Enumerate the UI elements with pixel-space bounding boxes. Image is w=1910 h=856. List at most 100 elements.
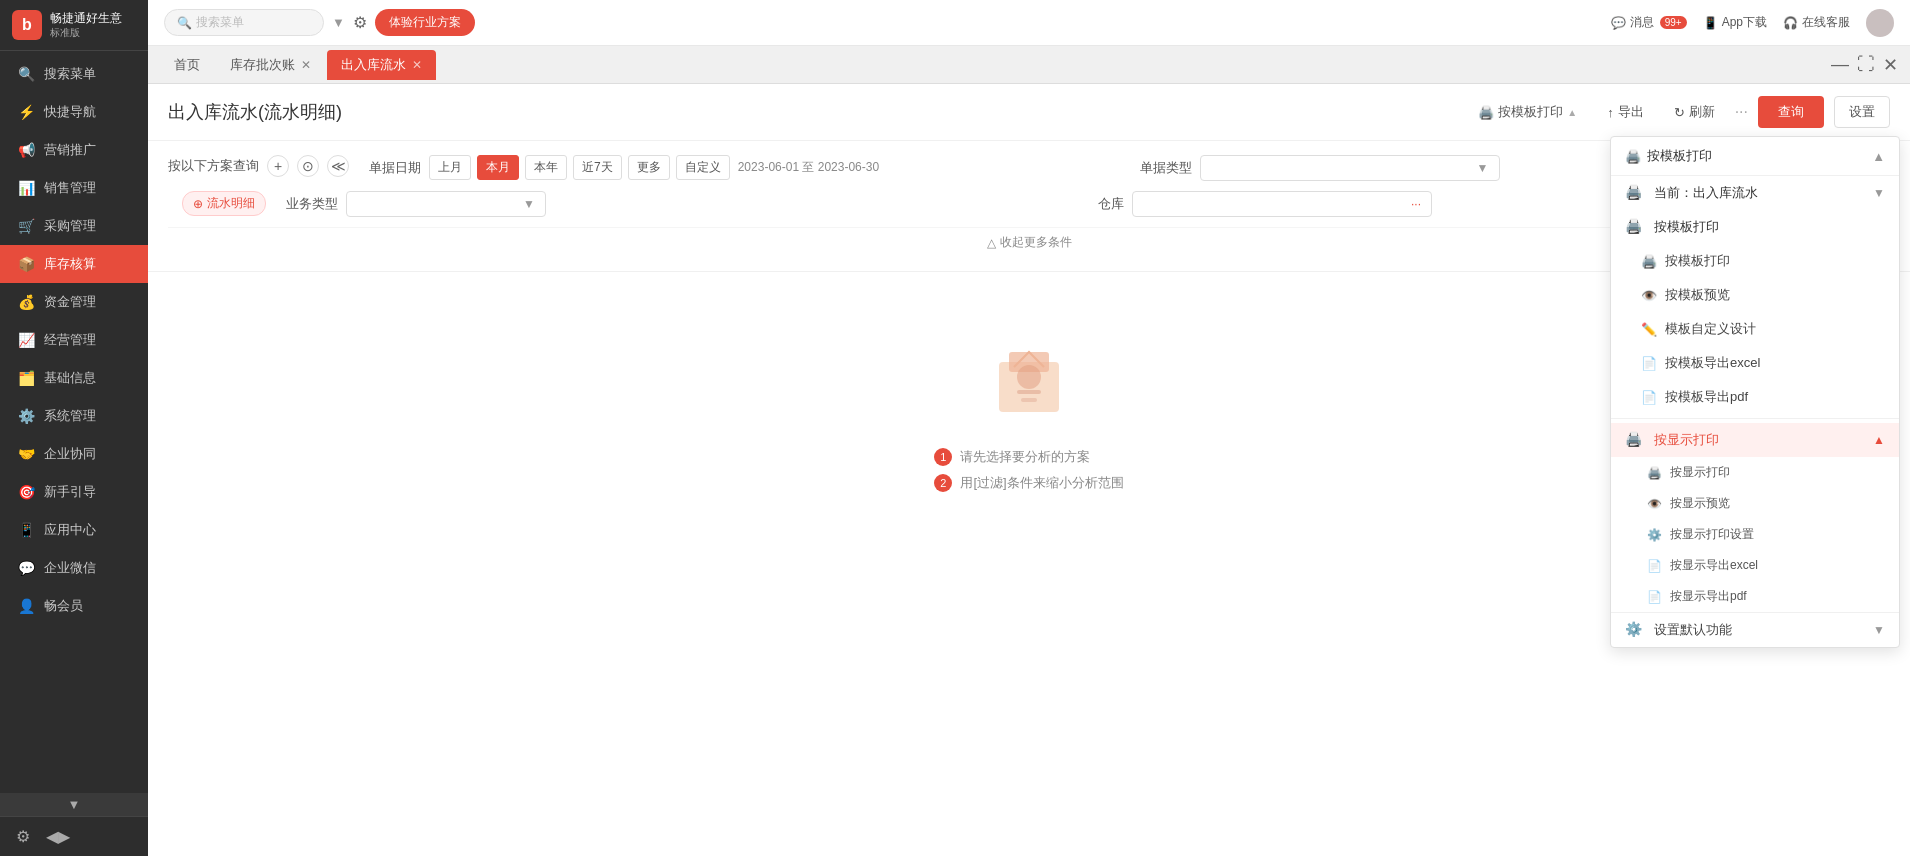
more-actions-icon[interactable]: ··· (1735, 103, 1748, 121)
tab-bar: 首页 库存批次账 ✕ 出入库流水 ✕ — ⛶ ✕ (148, 46, 1910, 84)
date-this-month[interactable]: 本月 (477, 155, 519, 180)
tab-close-all-icon[interactable]: ✕ (1883, 54, 1898, 76)
svg-point-2 (1017, 365, 1041, 389)
warehouse-dropdown-icon: ··· (1411, 197, 1421, 211)
dropdown-footer[interactable]: ⚙️ 设置默认功能 ▼ (1611, 612, 1899, 647)
app-download-button[interactable]: 📱 App下载 (1703, 14, 1767, 31)
dropdown-display-print-settings[interactable]: ⚙️ 按显示打印设置 (1611, 519, 1899, 550)
empty-steps-list: 1 请先选择要分析的方案 2 用[过滤]条件来缩小分析范围 (934, 448, 1123, 500)
app-center-icon: 📱 (16, 522, 36, 538)
date-this-year[interactable]: 本年 (525, 155, 567, 180)
member-icon: 👤 (16, 598, 36, 614)
date-more[interactable]: 更多 (628, 155, 670, 180)
sidebar-collapse-icon[interactable]: ◀▶ (46, 827, 70, 846)
template-print-item-icon: 🖨️ (1641, 254, 1657, 269)
sales-icon: 📊 (16, 180, 36, 196)
sidebar-item-enterprise[interactable]: 🤝 企业协同 (0, 435, 148, 473)
business-type-select[interactable]: ▼ (346, 191, 546, 217)
dropdown-current-item[interactable]: 🖨️ 当前：出入库流水 ▼ (1611, 176, 1899, 210)
online-service-button[interactable]: 🎧 在线客服 (1783, 14, 1850, 31)
top-header: 🔍 搜索菜单 ▼ ⚙ 体验行业方案 💬 消息 99+ 📱 App下载 🎧 在线客… (148, 0, 1910, 46)
dropdown-header: 🖨️ 按模板打印 ▲ (1611, 137, 1899, 176)
inventory-icon: 📦 (16, 256, 36, 272)
tab-flow-close[interactable]: ✕ (412, 58, 422, 72)
filter-add-button[interactable]: + (267, 155, 289, 177)
sidebar-nav: 🔍 搜索菜单 ⚡ 快捷导航 📢 营销推广 📊 销售管理 🛒 采购管理 📦 库存核… (0, 51, 148, 793)
export-button[interactable]: ↑ 导出 (1597, 98, 1654, 126)
tab-home[interactable]: 首页 (160, 50, 214, 80)
display-export-pdf-icon: 📄 (1647, 590, 1662, 604)
dropdown-up-arrow-icon[interactable]: ▲ (1872, 149, 1885, 164)
sidebar-item-base[interactable]: 🗂️ 基础信息 (0, 359, 148, 397)
tab-batch-close[interactable]: ✕ (301, 58, 311, 72)
settings-button[interactable]: 设置 (1834, 96, 1890, 128)
dropdown-display-export-pdf[interactable]: 📄 按显示导出pdf (1611, 581, 1899, 612)
sidebar-item-inventory[interactable]: 📦 库存核算 (0, 245, 148, 283)
dropdown-scroll-area: 🖨️ 按模板打印 🖨️ 按模板打印 👁️ 按模板预览 ✏️ 模板自定义设计 (1611, 210, 1899, 612)
date-last-month[interactable]: 上月 (429, 155, 471, 180)
sidebar-item-guide[interactable]: 🎯 新手引导 (0, 473, 148, 511)
sidebar-item-search[interactable]: 🔍 搜索菜单 (0, 55, 148, 93)
base-icon: 🗂️ (16, 370, 36, 386)
sidebar-item-system[interactable]: ⚙️ 系统管理 (0, 397, 148, 435)
header-gear-icon[interactable]: ⚙ (353, 13, 367, 32)
wechat-icon: 💬 (16, 560, 36, 576)
template-export-pdf-icon: 📄 (1641, 390, 1657, 405)
current-chevron-icon: ▼ (1873, 186, 1885, 200)
filter-settings-button[interactable]: ⊙ (297, 155, 319, 177)
sidebar-item-shortcut[interactable]: ⚡ 快捷导航 (0, 93, 148, 131)
purchase-icon: 🛒 (16, 218, 36, 234)
print-template-button[interactable]: 🖨️ 按模板打印 ▲ (1468, 98, 1587, 126)
sidebar-item-member[interactable]: 👤 畅会员 (0, 587, 148, 625)
template-print-section-header[interactable]: 🖨️ 按模板打印 (1611, 210, 1899, 244)
sidebar-item-wechat[interactable]: 💬 企业微信 (0, 549, 148, 587)
filter-collapse-button[interactable]: ≪ (327, 155, 349, 177)
user-avatar[interactable] (1866, 9, 1894, 37)
template-preview-icon: 👁️ (1641, 288, 1657, 303)
template-custom-icon: ✏️ (1641, 322, 1657, 337)
query-button[interactable]: 查询 (1758, 96, 1824, 128)
filter-scheme: 按以下方案查询 + ⊙ ≪ (168, 155, 349, 177)
flow-detail-tag: ⊕ 流水明细 (182, 191, 266, 216)
business-type-dropdown-icon: ▼ (523, 197, 535, 211)
print-dropdown-panel: 🖨️ 按模板打印 ▲ 🖨️ 当前：出入库流水 ▼ 🖨️ (1610, 136, 1900, 648)
dropdown-template-export-pdf[interactable]: 📄 按模板导出pdf (1611, 380, 1899, 414)
tab-flow[interactable]: 出入库流水 ✕ (327, 50, 436, 80)
tab-minimize-icon[interactable]: — (1831, 54, 1849, 75)
dropdown-template-export-excel[interactable]: 📄 按模板导出excel (1611, 346, 1899, 380)
menu-search-box[interactable]: 🔍 搜索菜单 (164, 9, 324, 36)
tab-expand-icon[interactable]: ⛶ (1857, 54, 1875, 75)
dropdown-template-print[interactable]: 🖨️ 按模板打印 (1611, 244, 1899, 278)
sidebar-item-finance[interactable]: 💰 资金管理 (0, 283, 148, 321)
display-print-section-header[interactable]: 🖨️ 按显示打印 ▲ (1611, 423, 1899, 457)
marketing-icon: 📢 (16, 142, 36, 158)
refresh-button[interactable]: ↻ 刷新 (1664, 98, 1725, 126)
date-last7[interactable]: 近7天 (573, 155, 622, 180)
refresh-icon: ↻ (1674, 105, 1685, 120)
dropdown-display-preview[interactable]: 👁️ 按显示预览 (1611, 488, 1899, 519)
date-custom[interactable]: 自定义 (676, 155, 730, 180)
print-dropdown-arrow-icon: ▲ (1567, 107, 1577, 118)
sidebar-item-operation[interactable]: 📈 经营管理 (0, 321, 148, 359)
sidebar-item-marketing[interactable]: 📢 营销推广 (0, 131, 148, 169)
warehouse-select[interactable]: ··· (1132, 191, 1432, 217)
empty-step-2: 2 用[过滤]条件来缩小分析范围 (934, 474, 1123, 492)
dropdown-template-custom[interactable]: ✏️ 模板自定义设计 (1611, 312, 1899, 346)
settings-gear-icon[interactable]: ⚙ (16, 827, 30, 846)
promo-button[interactable]: 体验行业方案 (375, 9, 475, 36)
display-print-item-icon: 🖨️ (1647, 466, 1662, 480)
sidebar-scroll-down[interactable]: ▼ (0, 793, 148, 816)
dropdown-display-print[interactable]: 🖨️ 按显示打印 (1611, 457, 1899, 488)
sidebar-item-app-center[interactable]: 📱 应用中心 (0, 511, 148, 549)
header-dropdown-arrow[interactable]: ▼ (332, 15, 345, 30)
tab-batch[interactable]: 库存批次账 ✕ (216, 50, 325, 80)
doc-type-select[interactable]: ▼ (1200, 155, 1500, 181)
header-left: 🔍 搜索菜单 ▼ ⚙ 体验行业方案 (164, 9, 475, 36)
dropdown-display-export-excel[interactable]: 📄 按显示导出excel (1611, 550, 1899, 581)
display-print-chevron-icon: ▲ (1873, 433, 1885, 447)
sidebar-item-purchase[interactable]: 🛒 采购管理 (0, 207, 148, 245)
dropdown-template-preview[interactable]: 👁️ 按模板预览 (1611, 278, 1899, 312)
sidebar-item-sales[interactable]: 📊 销售管理 (0, 169, 148, 207)
message-button[interactable]: 💬 消息 99+ (1611, 14, 1687, 31)
search-icon: 🔍 (16, 66, 36, 82)
